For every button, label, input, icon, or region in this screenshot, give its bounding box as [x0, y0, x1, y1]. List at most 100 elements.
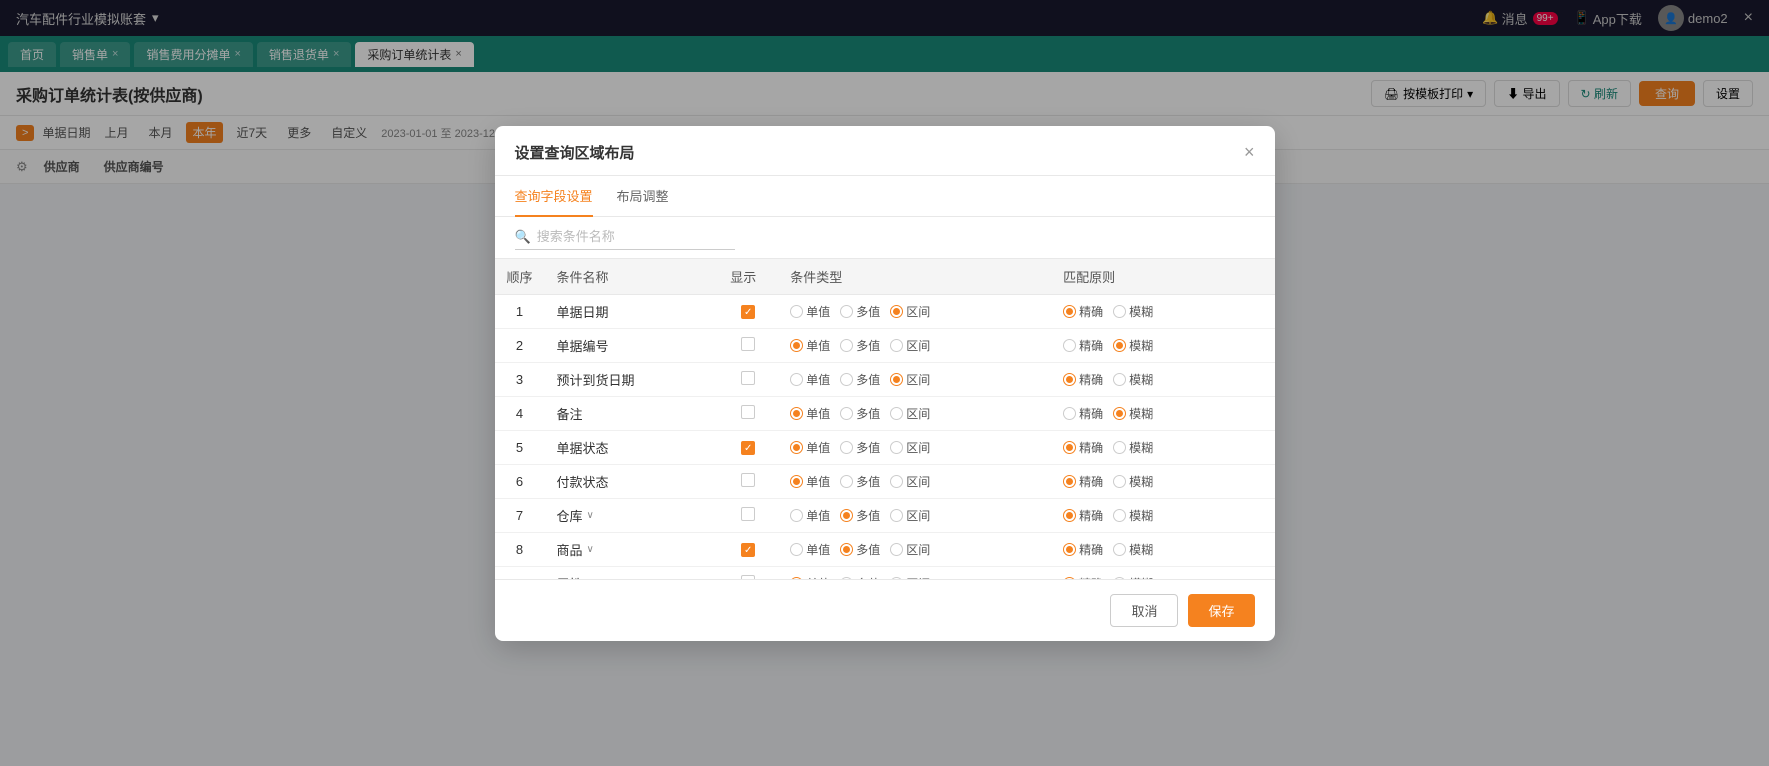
radio-circle — [790, 339, 803, 352]
radio-match-模糊[interactable]: 模糊 — [1113, 439, 1153, 456]
tab-field-settings[interactable]: 查询字段设置 — [515, 176, 593, 217]
match-radio-group: 精确模糊 — [1063, 303, 1262, 320]
radio-circle — [1113, 305, 1126, 318]
radio-match-模糊[interactable]: 模糊 — [1113, 337, 1153, 354]
radio-circle — [1063, 441, 1076, 454]
radio-type-区间[interactable]: 区间 — [890, 541, 930, 558]
radio-match-精确[interactable]: 精确 — [1063, 473, 1103, 490]
radio-type-区间[interactable]: 区间 — [890, 473, 930, 490]
radio-type-多值[interactable]: 多值 — [840, 405, 880, 422]
match-radio-group: 精确模糊 — [1063, 371, 1262, 388]
radio-type-单值[interactable]: 单值 — [790, 371, 830, 388]
display-checkbox[interactable] — [741, 441, 755, 455]
radio-type-多值[interactable]: 多值 — [840, 473, 880, 490]
radio-type-区间[interactable]: 区间 — [890, 439, 930, 456]
radio-circle — [890, 407, 903, 420]
radio-circle — [890, 373, 903, 386]
radio-type-多值[interactable]: 多值 — [840, 541, 880, 558]
radio-circle — [840, 543, 853, 556]
type-radio-group: 单值多值区间 — [790, 405, 1039, 422]
radio-type-多值[interactable]: 多值 — [840, 439, 880, 456]
radio-match-模糊[interactable]: 模糊 — [1113, 405, 1153, 422]
radio-type-单值[interactable]: 单值 — [790, 303, 830, 320]
display-checkbox[interactable] — [741, 337, 755, 351]
cell-display — [718, 498, 778, 532]
display-checkbox[interactable] — [741, 371, 755, 385]
radio-type-单值[interactable]: 单值 — [790, 337, 830, 354]
cell-display — [718, 294, 778, 328]
radio-circle — [890, 305, 903, 318]
radio-match-精确[interactable]: 精确 — [1063, 371, 1103, 388]
modal-header: 设置查询区域布局 × — [495, 126, 1275, 176]
cell-display — [718, 396, 778, 430]
cancel-button[interactable]: 取消 — [1110, 594, 1178, 627]
cell-match: 精确模糊 — [1051, 328, 1274, 362]
radio-type-多值[interactable]: 多值 — [840, 371, 880, 388]
display-checkbox[interactable] — [741, 405, 755, 419]
radio-type-单值[interactable]: 单值 — [790, 541, 830, 558]
cell-name: 付款状态 — [545, 464, 719, 498]
radio-circle — [1113, 339, 1126, 352]
modal-close-button[interactable]: × — [1244, 143, 1255, 161]
table-row: 4备注单值多值区间精确模糊 — [495, 396, 1275, 430]
radio-type-单值[interactable]: 单值 — [790, 507, 830, 524]
cell-type: 单值多值区间 — [778, 464, 1051, 498]
cell-name: 仓库∨ — [545, 498, 719, 532]
radio-match-模糊[interactable]: 模糊 — [1113, 541, 1153, 558]
cell-order: 8 — [495, 532, 545, 566]
radio-circle — [1063, 339, 1076, 352]
radio-type-多值[interactable]: 多值 — [840, 303, 880, 320]
radio-circle — [890, 441, 903, 454]
cell-display — [718, 328, 778, 362]
radio-type-多值[interactable]: 多值 — [840, 507, 880, 524]
radio-match-精确[interactable]: 精确 — [1063, 439, 1103, 456]
display-checkbox[interactable] — [741, 473, 755, 487]
radio-circle — [1113, 441, 1126, 454]
radio-match-精确[interactable]: 精确 — [1063, 507, 1103, 524]
display-checkbox[interactable] — [741, 543, 755, 557]
radio-circle — [1113, 407, 1126, 420]
modal-search-area: 🔍 — [495, 217, 1275, 259]
radio-circle — [1063, 305, 1076, 318]
radio-type-单值[interactable]: 单值 — [790, 473, 830, 490]
radio-type-单值[interactable]: 单值 — [790, 405, 830, 422]
radio-match-模糊[interactable]: 模糊 — [1113, 507, 1153, 524]
display-checkbox[interactable] — [741, 305, 755, 319]
radio-circle — [840, 441, 853, 454]
cell-display — [718, 464, 778, 498]
radio-match-模糊[interactable]: 模糊 — [1113, 473, 1153, 490]
save-button[interactable]: 保存 — [1188, 594, 1254, 627]
radio-match-精确[interactable]: 精确 — [1063, 337, 1103, 354]
radio-type-单值[interactable]: 单值 — [790, 439, 830, 456]
table-header-row: 顺序 条件名称 显示 条件类型 匹配原则 — [495, 259, 1275, 295]
radio-match-模糊[interactable]: 模糊 — [1113, 371, 1153, 388]
table-scroll-area[interactable]: 顺序 条件名称 显示 条件类型 匹配原则 1单据日期单值多值区间精确模糊2单据编… — [495, 259, 1275, 579]
radio-circle — [1063, 509, 1076, 522]
cell-name: 属性∨ — [545, 566, 719, 579]
radio-match-模糊[interactable]: 模糊 — [1113, 303, 1153, 320]
search-input[interactable] — [537, 229, 717, 244]
display-checkbox[interactable] — [741, 507, 755, 521]
radio-circle — [790, 407, 803, 420]
radio-type-区间[interactable]: 区间 — [890, 405, 930, 422]
radio-match-精确[interactable]: 精确 — [1063, 405, 1103, 422]
tab-layout-adjust[interactable]: 布局调整 — [617, 176, 669, 217]
col-header-type: 条件类型 — [778, 259, 1051, 295]
radio-type-多值[interactable]: 多值 — [840, 337, 880, 354]
radio-match-精确[interactable]: 精确 — [1063, 541, 1103, 558]
modal-body: 顺序 条件名称 显示 条件类型 匹配原则 1单据日期单值多值区间精确模糊2单据编… — [495, 259, 1275, 579]
cell-type: 单值多值区间 — [778, 396, 1051, 430]
col-header-display: 显示 — [718, 259, 778, 295]
table-row: 6付款状态单值多值区间精确模糊 — [495, 464, 1275, 498]
cell-match: 精确模糊 — [1051, 566, 1274, 579]
radio-type-区间[interactable]: 区间 — [890, 337, 930, 354]
radio-type-区间[interactable]: 区间 — [890, 371, 930, 388]
radio-match-精确[interactable]: 精确 — [1063, 303, 1103, 320]
radio-type-区间[interactable]: 区间 — [890, 507, 930, 524]
table-row: 1单据日期单值多值区间精确模糊 — [495, 294, 1275, 328]
expand-icon[interactable]: ∨ — [587, 544, 594, 555]
expand-icon[interactable]: ∨ — [587, 510, 594, 521]
cell-order: 3 — [495, 362, 545, 396]
radio-type-区间[interactable]: 区间 — [890, 303, 930, 320]
cell-display — [718, 430, 778, 464]
